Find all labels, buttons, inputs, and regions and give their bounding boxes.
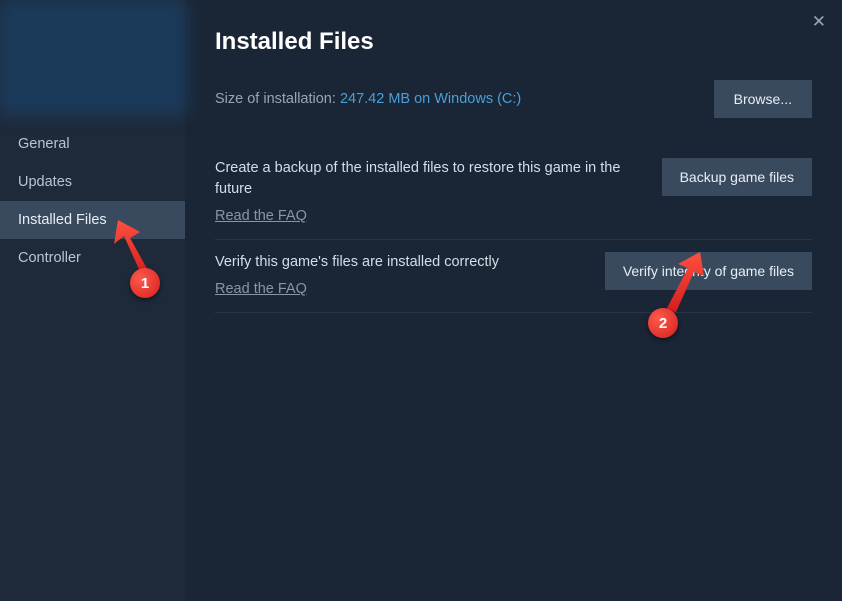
close-icon[interactable]: ✕ <box>812 12 826 32</box>
annotation-marker-1: 1 <box>130 268 160 298</box>
install-size-row: Size of installation: 247.42 MB on Windo… <box>215 80 812 118</box>
page-title: Installed Files <box>215 28 812 56</box>
verify-faq-link[interactable]: Read the FAQ <box>215 279 307 300</box>
backup-button[interactable]: Backup game files <box>662 158 812 196</box>
sidebar-item-updates[interactable]: Updates <box>0 163 185 201</box>
browse-button[interactable]: Browse... <box>714 80 812 118</box>
backup-description: Create a backup of the installed files t… <box>215 160 620 197</box>
game-header-banner <box>0 0 187 115</box>
main-panel: ✕ Installed Files Size of installation: … <box>185 0 842 601</box>
verify-row: Verify this game's files are installed c… <box>215 240 812 313</box>
sidebar: General Updates Installed Files Controll… <box>0 0 185 601</box>
install-size-label: Size of installation: <box>215 91 340 107</box>
verify-description: Verify this game's files are installed c… <box>215 254 499 270</box>
sidebar-item-general[interactable]: General <box>0 125 185 163</box>
install-location-link[interactable]: 247.42 MB on Windows (C:) <box>340 91 521 107</box>
backup-row: Create a backup of the installed files t… <box>215 146 812 240</box>
annotation-marker-2: 2 <box>648 308 678 338</box>
backup-faq-link[interactable]: Read the FAQ <box>215 206 307 227</box>
